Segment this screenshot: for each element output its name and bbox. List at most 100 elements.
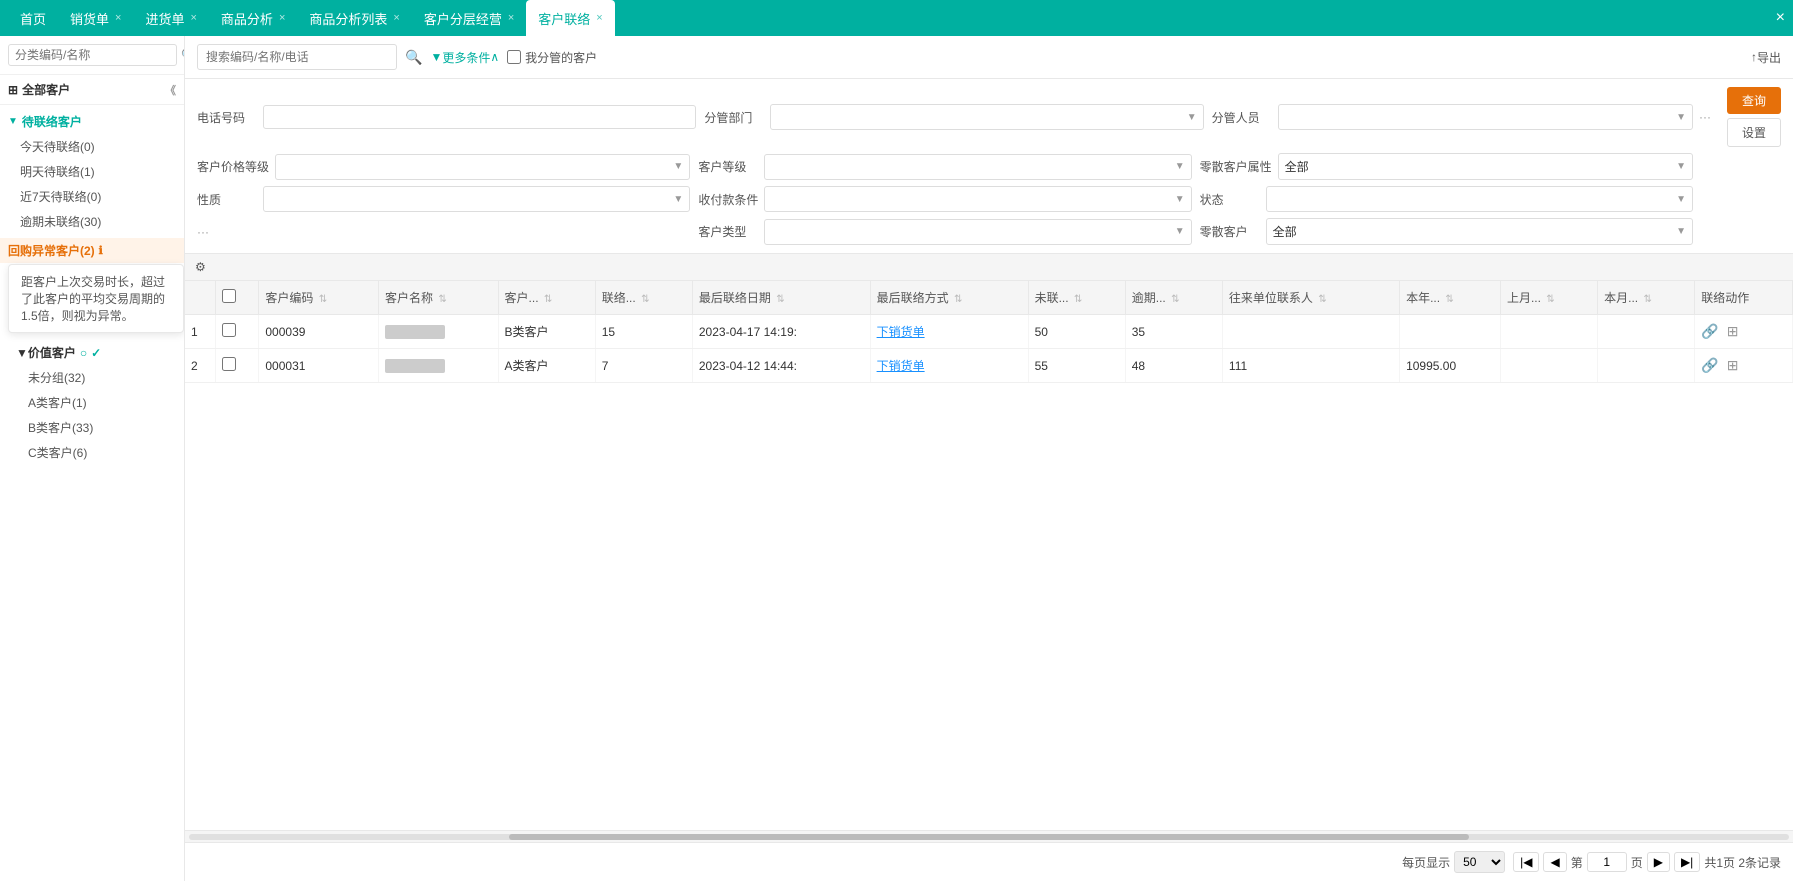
- cell-contact-count: 15: [595, 315, 692, 349]
- extra-dots[interactable]: ···: [197, 225, 209, 239]
- sort-icon[interactable]: ⇅: [1643, 294, 1651, 305]
- all-customers-item[interactable]: ⊞ 全部客户 《: [0, 75, 184, 105]
- retail-attr-select[interactable]: 全部 ▼: [1278, 153, 1693, 180]
- sort-icon[interactable]: ⇅: [776, 294, 784, 305]
- dept-select[interactable]: ▼: [770, 104, 1203, 130]
- nav-item-home[interactable]: 首页: [8, 0, 58, 36]
- sort-icon[interactable]: ⇅: [319, 294, 327, 305]
- contact-method-link[interactable]: 下销货单: [877, 325, 925, 339]
- sort-icon[interactable]: ⇅: [954, 294, 962, 305]
- export-button[interactable]: ↑ 导出: [1751, 49, 1781, 66]
- retail-customer-select[interactable]: 全部 ▼: [1266, 218, 1693, 245]
- per-page-select[interactable]: 50 100 200: [1454, 851, 1505, 873]
- search-button[interactable]: 🔍: [405, 49, 422, 66]
- cell-this-year: [1400, 315, 1501, 349]
- close-icon[interactable]: ×: [190, 12, 196, 24]
- prev-page-button[interactable]: ◀: [1543, 852, 1566, 872]
- chevron-down-icon: ▼: [673, 194, 683, 205]
- phone-input[interactable]: [263, 105, 696, 129]
- next-page-button[interactable]: ▶: [1647, 852, 1670, 872]
- col-actions: 联络动作: [1695, 281, 1793, 315]
- payment-select[interactable]: ▼: [764, 186, 1191, 212]
- sidebar-item-ungroup[interactable]: 未分组(32): [8, 365, 184, 390]
- nav-item-customer-segment[interactable]: 客户分层经营 ×: [412, 0, 526, 36]
- nav-item-customer-contact[interactable]: 客户联络 ×: [526, 0, 614, 36]
- cell-this-month: [1598, 315, 1695, 349]
- table-row: 2 000031 A类客户 7 2023-04-12 14:44: 下销货单: [185, 349, 1793, 383]
- grid-icon[interactable]: ⊞: [1727, 323, 1739, 340]
- row-checkbox[interactable]: [222, 357, 236, 371]
- edit-icon[interactable]: ○: [80, 346, 87, 360]
- link-icon[interactable]: 🔗: [1701, 357, 1718, 374]
- col-contact-count: 联络... ⇅: [595, 281, 692, 315]
- filter-cell-customer-type: 客户类型 ▼: [698, 219, 1191, 245]
- pending-contact-title[interactable]: ▼ 待联络客户: [0, 109, 184, 134]
- cell-contact-count: 7: [595, 349, 692, 383]
- page-input[interactable]: [1587, 852, 1627, 872]
- sort-icon[interactable]: ⇅: [438, 294, 446, 305]
- close-icon[interactable]: ×: [393, 12, 399, 24]
- sort-icon[interactable]: ⇅: [544, 294, 552, 305]
- my-customers-checkbox[interactable]: 我分管的客户: [507, 49, 597, 66]
- check-icon[interactable]: ✓: [91, 346, 101, 360]
- horizontal-scrollbar[interactable]: [185, 830, 1793, 842]
- sort-icon[interactable]: ⇅: [1074, 294, 1082, 305]
- collapse-icon[interactable]: 《: [165, 82, 176, 98]
- sidebar-item-tomorrow[interactable]: 明天待联络(1): [0, 159, 184, 184]
- cell-uncontacted: 50: [1028, 315, 1125, 349]
- last-page-button[interactable]: ▶|: [1674, 852, 1700, 872]
- sidebar-item-7days[interactable]: 近7天待联络(0): [0, 184, 184, 209]
- cell-code: 000031: [259, 349, 379, 383]
- sidebar-item-repurchase-abnormal[interactable]: 回购异常客户(2) ℹ: [0, 238, 184, 263]
- sidebar-item-b-class[interactable]: B类客户(33): [8, 415, 184, 440]
- select-all-checkbox[interactable]: [222, 289, 236, 303]
- chevron-down-icon: ▼: [1676, 161, 1686, 172]
- close-icon[interactable]: ×: [279, 12, 285, 24]
- sort-icon[interactable]: ⇅: [1546, 294, 1554, 305]
- filter-cell-retail-attr: 零散客户属性 全部 ▼: [1200, 153, 1693, 180]
- customer-level-select[interactable]: ▼: [764, 154, 1191, 180]
- cell-index: 2: [185, 349, 216, 383]
- scroll-thumb[interactable]: [509, 834, 1469, 840]
- sort-icon[interactable]: ⇅: [1445, 294, 1453, 305]
- manager-select[interactable]: ▼: [1278, 104, 1693, 130]
- close-icon[interactable]: ×: [596, 12, 602, 24]
- status-select[interactable]: ▼: [1266, 186, 1693, 212]
- link-icon[interactable]: 🔗: [1701, 323, 1718, 340]
- sort-icon[interactable]: ⇅: [1318, 294, 1326, 305]
- gear-icon[interactable]: ⚙: [195, 260, 206, 274]
- close-icon[interactable]: ×: [115, 12, 121, 24]
- value-customers-title[interactable]: ▼ 价值客户 ○ ✓: [8, 340, 184, 365]
- settings-button[interactable]: 设置: [1727, 118, 1781, 147]
- filter-cell-manager: 分管人员 ▼ ···: [1212, 104, 1711, 130]
- triangle-icon: ▼: [8, 116, 18, 127]
- close-all-button[interactable]: ×: [1776, 9, 1785, 27]
- nav-item-purchase[interactable]: 进货单 ×: [133, 0, 208, 36]
- col-last-month: 上月... ⇅: [1500, 281, 1597, 315]
- first-page-button[interactable]: |◀: [1513, 852, 1539, 872]
- sort-icon[interactable]: ⇅: [641, 294, 649, 305]
- search-icon[interactable]: 🔍: [181, 48, 185, 62]
- more-dots-icon[interactable]: ···: [1699, 110, 1711, 124]
- nav-item-product-analysis[interactable]: 商品分析 ×: [209, 0, 297, 36]
- sidebar-item-today[interactable]: 今天待联络(0): [0, 134, 184, 159]
- price-level-select[interactable]: ▼: [275, 154, 690, 180]
- sidebar-item-overdue[interactable]: 逾期未联络(30): [0, 209, 184, 234]
- customer-type-select[interactable]: ▼: [764, 219, 1191, 245]
- sort-icon[interactable]: ⇅: [1171, 294, 1179, 305]
- search-input[interactable]: [197, 44, 397, 70]
- nav-item-product-list[interactable]: 商品分析列表 ×: [297, 0, 411, 36]
- sidebar-item-c-class[interactable]: C类客户(6): [8, 440, 184, 465]
- grid-icon[interactable]: ⊞: [1727, 357, 1739, 374]
- category-search-input[interactable]: [8, 44, 177, 66]
- nav-item-sales[interactable]: 销货单 ×: [58, 0, 133, 36]
- nature-select[interactable]: ▼: [263, 186, 690, 212]
- row-checkbox[interactable]: [222, 323, 236, 337]
- more-conditions-button[interactable]: ▼ 更多条件 ∧: [430, 49, 499, 66]
- sidebar-item-a-class[interactable]: A类客户(1): [8, 390, 184, 415]
- close-icon[interactable]: ×: [508, 12, 514, 24]
- query-button[interactable]: 查询: [1727, 87, 1781, 114]
- contact-method-link[interactable]: 下销货单: [877, 359, 925, 373]
- my-customers-check[interactable]: [507, 50, 521, 64]
- filter-icon: ▼: [430, 50, 442, 64]
